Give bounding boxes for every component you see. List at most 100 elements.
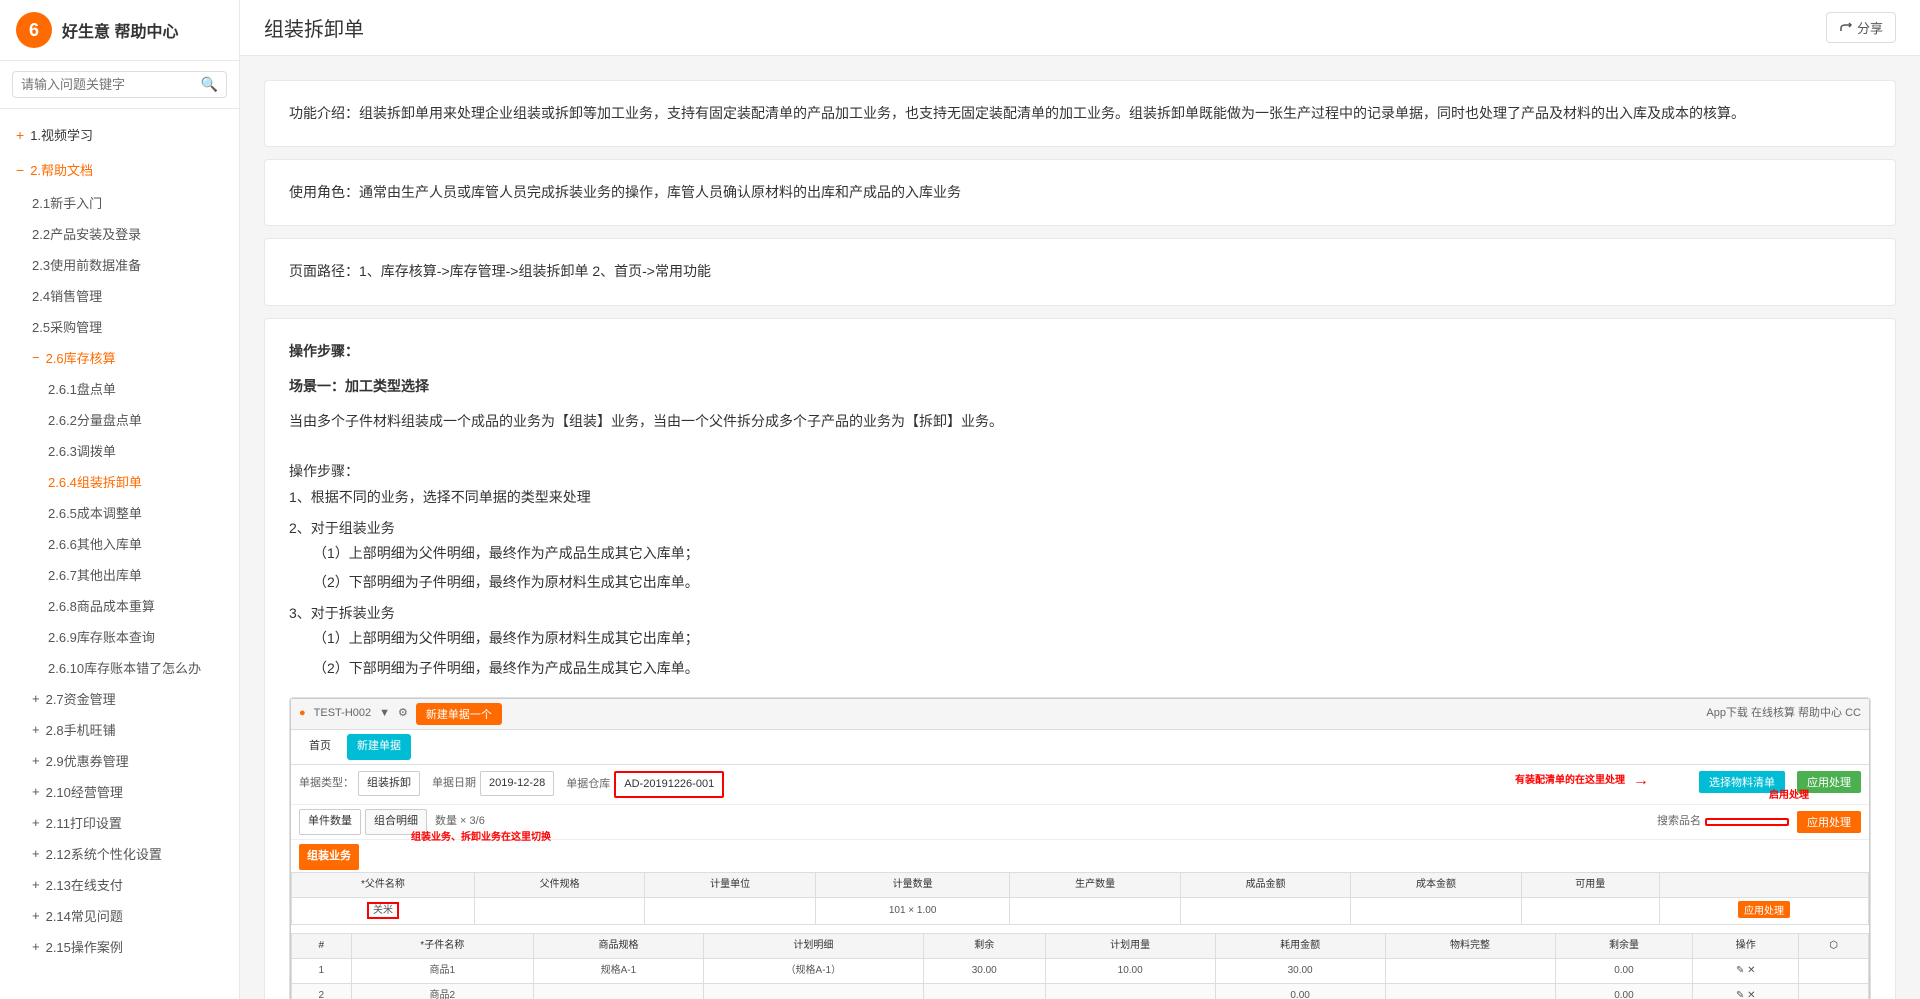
bot-td-op1: ✎ ✕	[1693, 959, 1799, 984]
step-2-text: 2、对于组装业务	[289, 520, 395, 536]
annotation1-label: 有装配清单的在这里处理	[1511, 770, 1629, 792]
bot-th-complete: 物料完整	[1385, 934, 1555, 959]
search-bom-label: 搜索品名	[1657, 812, 1701, 832]
bot-td-num1: 1	[292, 959, 352, 984]
share-label: 分享	[1857, 18, 1883, 37]
table-row: 2 商品2 0.00 0.00 ✎ ✕	[292, 984, 1869, 999]
sidebar-item-mobile[interactable]: + 2.8手机旺铺	[0, 714, 239, 745]
top-td-prod-qty	[1010, 898, 1180, 925]
app-tab-new[interactable]: 新建单据	[347, 734, 411, 760]
app-screenshot-container: ● TEST-H002 ▼ ⚙ 新建单据一个 App下载 在线核算 帮助中心 C…	[289, 697, 1871, 999]
sidebar-item-data-prep[interactable]: 2.3使用前数据准备	[0, 249, 239, 280]
bot-th-detail: 计划明细	[703, 934, 923, 959]
step-list: 1、根据不同的业务，选择不同单据的类型来处理 2、对于组装业务 （1）上部明细为…	[289, 485, 1871, 681]
sidebar-sub-label: 2.3使用前数据准备	[32, 255, 141, 274]
top-th-spec: 父件规格	[474, 873, 644, 898]
sidebar-item-other-in[interactable]: 2.6.6其他入库单	[0, 528, 239, 559]
type-value[interactable]: 组装拆卸	[358, 771, 420, 797]
sidebar-item-beginner[interactable]: 2.1新手入门	[0, 187, 239, 218]
app-apply2-button[interactable]: 应用处理	[1797, 811, 1861, 833]
app-bottom-table: # *子件名称 商品规格 计划明细 剩余 计划用量 耗用金额 物料完整 剩余量	[291, 933, 1869, 999]
top-td-action: 应用处理	[1659, 898, 1868, 925]
share-button[interactable]: 分享	[1826, 12, 1896, 43]
path-card: 页面路径：1、库存核算->库存管理->组装拆卸单 2、首页->常用功能	[264, 238, 1896, 305]
app-top-icons: App下载 在线核算 帮助中心 CC	[1706, 704, 1861, 724]
app-company: TEST-H002	[314, 704, 371, 724]
table-row: 1 商品1 规格A-1 （规格A-1） 30.00 10.00 30.00 0.…	[292, 959, 1869, 984]
sidebar-item-cases[interactable]: + 2.15操作案例	[0, 931, 239, 962]
plus-icon-faq: +	[32, 908, 40, 923]
plus-icon-print: +	[32, 815, 40, 830]
warehouse-label: 单据仓库	[566, 775, 610, 795]
sidebar-item-payment[interactable]: + 2.13在线支付	[0, 869, 239, 900]
sidebar-item-system[interactable]: + 2.12系统个性化设置	[0, 838, 239, 869]
top-th-unit: 计量单位	[645, 873, 815, 898]
sidebar-subsub-label: 2.6.7其他出库单	[48, 565, 142, 584]
search-box: 🔍	[0, 61, 239, 109]
bot-td-name2: 商品2	[351, 984, 533, 999]
sidebar-sub-label: 2.4销售管理	[32, 286, 102, 305]
step-1-text: 1、根据不同的业务，选择不同单据的类型来处理	[289, 489, 591, 505]
sidebar-sub-label: 2.2产品安装及登录	[32, 224, 141, 243]
sidebar-item-assembly[interactable]: 2.6.4组装拆卸单	[0, 466, 239, 497]
date-value[interactable]: 2019-12-28	[480, 771, 554, 797]
search-bom-input[interactable]	[1705, 818, 1789, 826]
warehouse-field: 单据仓库 AD-20191226-001	[566, 771, 724, 799]
sidebar-item-video[interactable]: + 1.视频学习	[0, 117, 239, 152]
step-2-1: （1）上部明细为父件明细，最终作为产成品生成其它入库单；	[313, 541, 1871, 566]
search-icon[interactable]: 🔍	[201, 76, 218, 93]
content-area: 功能介绍：组装拆卸单用来处理企业组装或拆卸等加工业务，支持有固定装配清单的产品加…	[240, 56, 1920, 999]
sidebar-subsub-label: 2.6.8商品成本重算	[48, 596, 155, 615]
sidebar-item-transfer[interactable]: 2.6.3调拨单	[0, 435, 239, 466]
sidebar-item-partial-stocktake[interactable]: 2.6.2分量盘点单	[0, 404, 239, 435]
sidebar-item-stock-error[interactable]: 2.6.10库存账本错了怎么办	[0, 652, 239, 683]
sidebar-item-stocktake[interactable]: 2.6.1盘点单	[0, 373, 239, 404]
sidebar-item-docs[interactable]: − 2.帮助文档	[0, 152, 239, 187]
search-bom-field: 搜索品名	[1657, 812, 1789, 832]
bot-th-cost: 耗用金额	[1215, 934, 1385, 959]
app-screenshot: ● TEST-H002 ▼ ⚙ 新建单据一个 App下载 在线核算 帮助中心 C…	[290, 698, 1870, 999]
sidebar-item-inventory[interactable]: − 2.6库存核算	[0, 342, 239, 373]
sidebar-item-sales[interactable]: 2.4销售管理	[0, 280, 239, 311]
search-wrap[interactable]: 🔍	[12, 71, 227, 98]
sidebar-item-cost-recalc[interactable]: 2.6.8商品成本重算	[0, 590, 239, 621]
bot-th-plan-qty: 计划用量	[1045, 934, 1215, 959]
sidebar-subsub-label: 2.6.4组装拆卸单	[48, 472, 142, 491]
sidebar-item-stock-ledger[interactable]: 2.6.9库存账本查询	[0, 621, 239, 652]
sidebar-item-faq[interactable]: + 2.14常见问题	[0, 900, 239, 931]
arrow-right-icon: →	[1633, 767, 1649, 796]
sidebar-item-install[interactable]: 2.2产品安装及登录	[0, 218, 239, 249]
top-td-name: 关米	[292, 898, 475, 925]
sidebar-subsub-label: 2.6.6其他入库单	[48, 534, 142, 553]
plus-icon-coupon: +	[32, 753, 40, 768]
top-th-action	[1659, 873, 1868, 898]
sidebar-subsub-label: 2.6.3调拨单	[48, 441, 116, 460]
subtype-value[interactable]: 单件数量	[299, 809, 361, 835]
top-row-action-btn[interactable]: 应用处理	[1738, 901, 1790, 918]
top-th-avail: 可用量	[1521, 873, 1659, 898]
bot-td-spec1: 规格A-1	[533, 959, 703, 984]
sidebar-item-purchase[interactable]: 2.5采购管理	[0, 311, 239, 342]
bot-td-detail1: （规格A-1）	[703, 959, 923, 984]
sidebar-item-ops[interactable]: + 2.10经营管理	[0, 776, 239, 807]
top-td-name-highlight[interactable]: 关米	[367, 902, 399, 919]
bot-td-planqty1: 10.00	[1045, 959, 1215, 984]
sidebar-item-cost-adjust[interactable]: 2.6.5成本调整单	[0, 497, 239, 528]
sidebar-item-print[interactable]: + 2.11打印设置	[0, 807, 239, 838]
plus-icon-ops: +	[32, 784, 40, 799]
sidebar-item-coupon[interactable]: + 2.9优惠券管理	[0, 745, 239, 776]
bot-td-complete2	[1385, 984, 1555, 999]
search-input[interactable]	[21, 77, 201, 92]
sidebar-sub-label: 2.15操作案例	[46, 937, 123, 956]
app-subform-row: 单件数量 组合明细 数量 × 3/6 组装业务、拆卸业务在这里切换 搜索品名	[291, 805, 1869, 840]
step-2: 2、对于组装业务 （1）上部明细为父件明细，最终作为产成品生成其它入库单； （2…	[289, 516, 1871, 596]
bot-td-expand2	[1799, 984, 1869, 999]
app-new-doc-button[interactable]: 新建单据一个	[416, 703, 502, 725]
bot-th-num: #	[292, 934, 352, 959]
sidebar-item-finance[interactable]: + 2.7资金管理	[0, 683, 239, 714]
app-tab-home[interactable]: 首页	[299, 734, 341, 760]
bot-th-spec: 商品规格	[533, 934, 703, 959]
sidebar: 6 好生意 帮助中心 🔍 + 1.视频学习 − 2.帮助文档 2.1新手入门 2…	[0, 0, 240, 999]
warehouse-value[interactable]: AD-20191226-001	[614, 771, 724, 799]
sidebar-item-other-out[interactable]: 2.6.7其他出库单	[0, 559, 239, 590]
